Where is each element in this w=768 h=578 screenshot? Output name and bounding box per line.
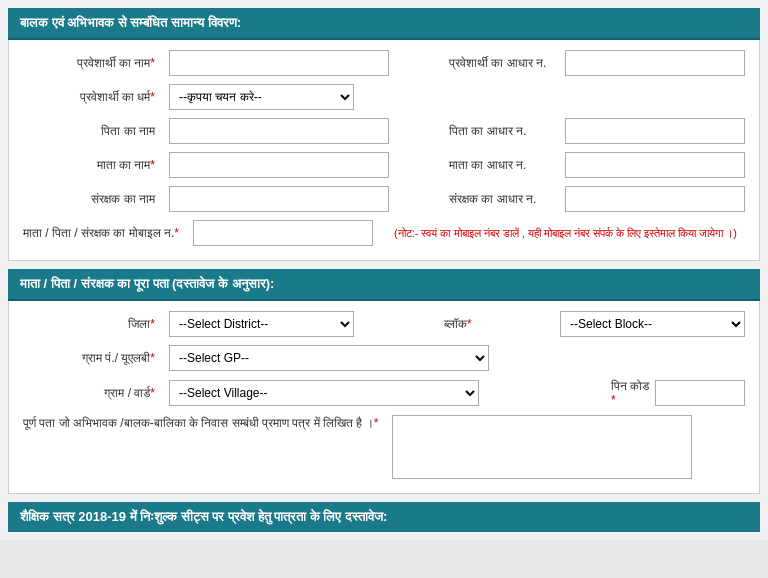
mother-aadhar-input[interactable] — [565, 152, 745, 178]
row-father: पिता का नाम पिता का आधार न. — [23, 118, 745, 144]
row-mother: माता का नाम* माता का आधार न. — [23, 152, 745, 178]
row-mobile: माता / पिता / संरक्षक का मोबाइल न.* (नोट… — [23, 220, 745, 246]
section3-header: शैक्षिक सत्र 2018-19 में निःशुल्क सीट्स … — [8, 502, 760, 532]
father-name-label: पिता का नाम — [23, 124, 163, 138]
mobile-note: (नोट:- स्वयं का मोबाइल नंबर डालें , यही … — [394, 227, 737, 239]
student-name-label: प्रवेशार्थी का नाम* — [23, 56, 163, 70]
block-select[interactable]: --Select Block-- — [560, 311, 745, 337]
row-district-block: जिला* --Select District-- ब्लॉक* --Selec… — [23, 311, 745, 337]
address-textarea[interactable] — [392, 415, 692, 479]
row-guardian: संरक्षक का नाम संरक्षक का आधार न. — [23, 186, 745, 212]
row-student-name: प्रवेशार्थी का नाम* प्रवेशार्थी का आधार … — [23, 50, 745, 76]
mother-name-input[interactable] — [169, 152, 389, 178]
section2-header: माता / पिता / संरक्षक का पूरा पता (दस्ता… — [8, 269, 760, 301]
guardian-name-label: संरक्षक का नाम — [23, 192, 163, 206]
gp-select[interactable]: --Select GP-- — [169, 345, 489, 371]
father-name-input[interactable] — [169, 118, 389, 144]
row-religion: प्रवेशार्थी का धर्म* --कृपया चयन करे-- — [23, 84, 745, 110]
village-select[interactable]: --Select Village-- — [169, 380, 479, 406]
pin-input[interactable] — [655, 380, 745, 406]
guardian-aadhar-input[interactable] — [565, 186, 745, 212]
religion-label: प्रवेशार्थी का धर्म* — [23, 90, 163, 104]
religion-select[interactable]: --कृपया चयन करे-- — [169, 84, 354, 110]
gp-label: ग्राम पं./ यूएलबी* — [23, 351, 163, 365]
page-wrapper: बालक एवं अभिभावक से सम्बंधित सामान्य विव… — [0, 0, 768, 540]
mobile-input[interactable] — [193, 220, 373, 246]
section1-body: प्रवेशार्थी का नाम* प्रवेशार्थी का आधार … — [8, 40, 760, 261]
row-village-pin: ग्राम / वार्ड* --Select Village-- पिन को… — [23, 379, 745, 407]
mother-aadhar-label: माता का आधार न. — [449, 158, 559, 172]
student-aadhar-input[interactable] — [565, 50, 745, 76]
guardian-aadhar-label: संरक्षक का आधार न. — [449, 192, 559, 206]
guardian-name-input[interactable] — [169, 186, 389, 212]
village-label: ग्राम / वार्ड* — [23, 386, 163, 400]
mother-name-label: माता का नाम* — [23, 158, 163, 172]
block-label: ब्लॉक* — [444, 317, 554, 331]
student-aadhar-label: प्रवेशार्थी का आधार न. — [449, 56, 559, 70]
student-name-input[interactable] — [169, 50, 389, 76]
row-gp: ग्राम पं./ यूएलबी* --Select GP-- — [23, 345, 745, 371]
father-aadhar-input[interactable] — [565, 118, 745, 144]
section2-body: जिला* --Select District-- ब्लॉक* --Selec… — [8, 301, 760, 494]
section1-header: बालक एवं अभिभावक से सम्बंधित सामान्य विव… — [8, 8, 760, 40]
pin-label: पिन कोड* — [611, 379, 651, 407]
father-aadhar-label: पिता का आधार न. — [449, 124, 559, 138]
row-address: पूर्ण पता जो अभिभावक /बालक-बालिका के निव… — [23, 415, 745, 479]
address-label: पूर्ण पता जो अभिभावक /बालक-बालिका के निव… — [23, 415, 386, 432]
district-select[interactable]: --Select District-- — [169, 311, 354, 337]
district-label: जिला* — [23, 317, 163, 331]
mobile-label: माता / पिता / संरक्षक का मोबाइल न.* — [23, 226, 187, 240]
